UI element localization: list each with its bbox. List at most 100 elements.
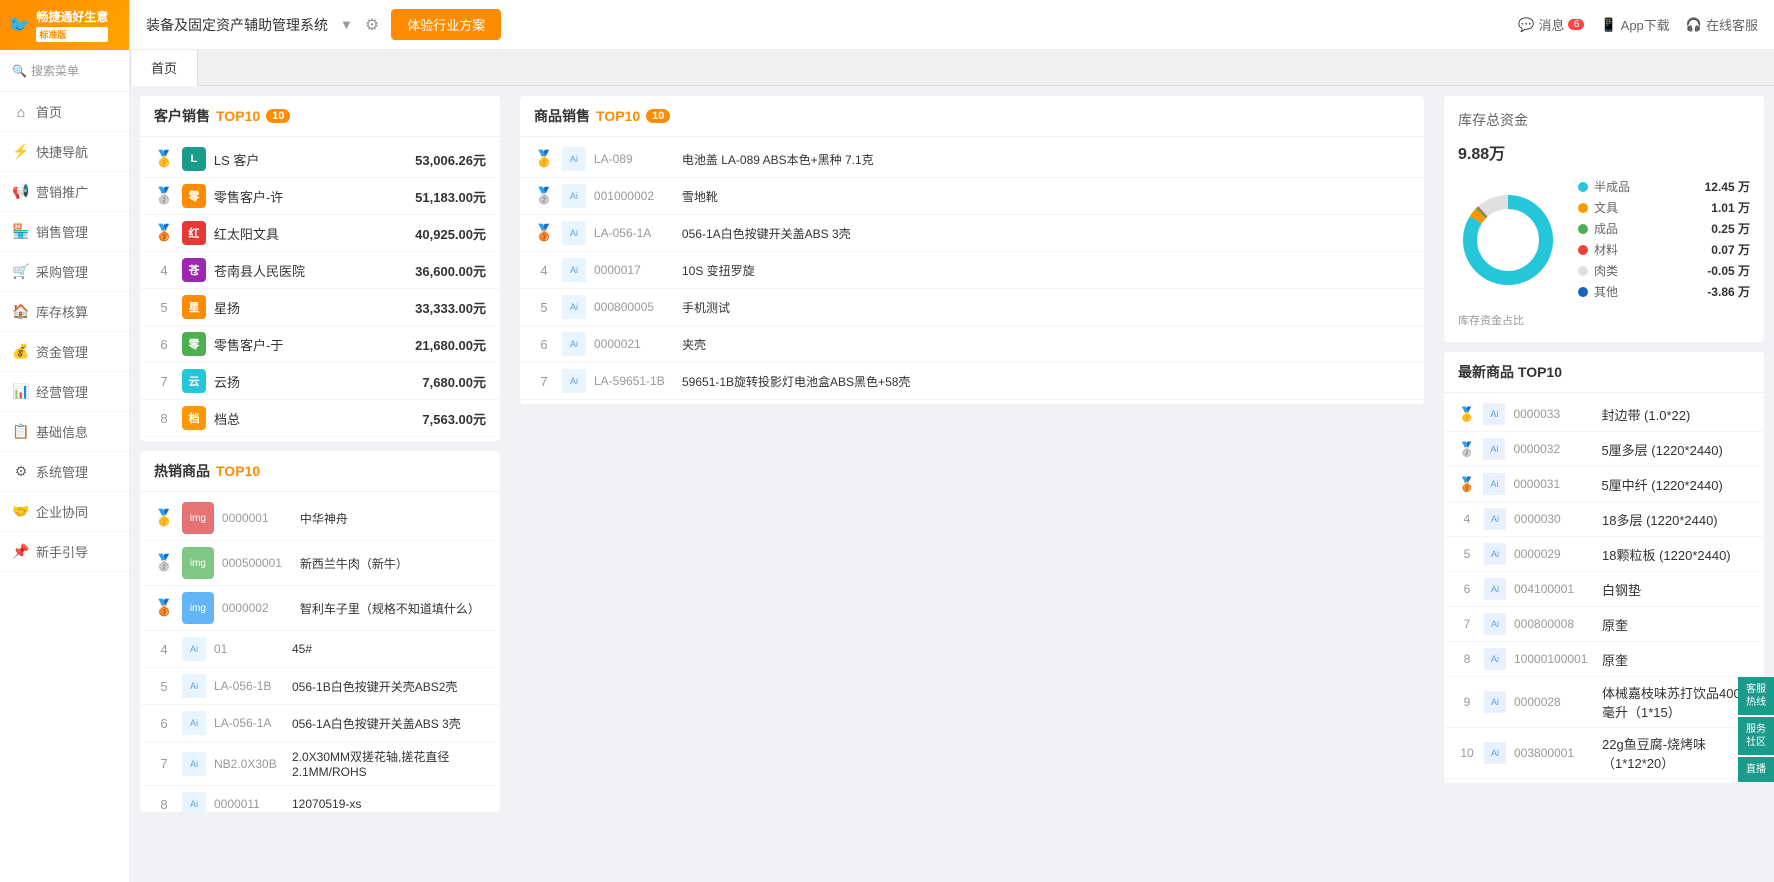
latest-product-name: 白钢垫: [1602, 580, 1750, 599]
sidebar-item-quick-nav[interactable]: ⚡快捷导航: [0, 132, 129, 172]
product-rankings-title: 商品销售: [534, 106, 590, 126]
latest-products-title: 最新商品 TOP10: [1458, 362, 1562, 382]
product-code: 0000002: [222, 601, 292, 615]
customer-value: 51,183.00元: [415, 187, 486, 206]
product-name: 59651-1B旋转投影灯电池盒ABS黑色+58壳: [682, 373, 1410, 390]
product-image-placeholder: Ai: [182, 637, 206, 661]
product-image-placeholder: Ai: [562, 332, 586, 356]
customer-name: 零售客户-于: [214, 335, 407, 354]
medal-icon: 🥉: [534, 223, 554, 243]
customer-rankings-header: 客户销售 TOP10 10: [140, 96, 500, 137]
latest-product-item: 🥇 Ai 0000033 封边带 (1.0*22): [1444, 397, 1764, 432]
logo-icon: 🐦: [8, 15, 30, 36]
rank-item: 5 星 星扬 33,333.00元: [140, 289, 500, 326]
sidebar-item-corp[interactable]: 🤝企业协同: [0, 492, 129, 532]
sidebar-item-basics[interactable]: 📋基础信息: [0, 412, 129, 452]
legend-name: 材料: [1594, 241, 1705, 258]
rank-number: 4: [1458, 512, 1476, 526]
medal-icon: 🥈: [154, 186, 174, 206]
latest-product-name: 18颗粒板 (1220*2440): [1602, 545, 1750, 564]
latest-product-code: 0000031: [1513, 477, 1593, 491]
rank-number: 7: [154, 374, 174, 389]
sidebar-item-system[interactable]: ⚙系统管理: [0, 452, 129, 492]
trial-button[interactable]: 体验行业方案: [391, 9, 501, 40]
search-menu-button[interactable]: 🔍 搜索菜单: [8, 58, 121, 83]
nav-label-system: 系统管理: [36, 462, 88, 481]
latest-product-image: Ai: [1484, 613, 1506, 635]
latest-product-code: 0000028: [1514, 695, 1594, 709]
product-code: 0000021: [594, 337, 674, 351]
rank-number: 7: [1458, 617, 1476, 631]
float-btn-0[interactable]: 客服 热线: [1738, 677, 1774, 715]
product-name: 雪地靴: [682, 188, 1410, 205]
legend-value: 1.01 万: [1711, 199, 1750, 216]
rank-number: 5: [1458, 547, 1476, 561]
latest-products-header: 最新商品 TOP10: [1444, 352, 1764, 393]
customer-rankings-card: 客户销售 TOP10 10 🥇 L LS 客户 53,006.26元 🥈 零 零…: [140, 96, 500, 441]
medal-icon: 🥇: [534, 149, 554, 169]
nav-label-operation: 经营管理: [36, 382, 88, 401]
hot-product-item: 🥇 img 0000001 中华神舟: [140, 496, 500, 541]
customer-name: 零售客户-许: [214, 187, 407, 206]
rank-number: 6: [154, 716, 174, 731]
customer-name: 档总: [214, 409, 414, 428]
legend-dot: [1578, 224, 1588, 234]
float-btn-2[interactable]: 直播: [1738, 757, 1774, 782]
product-code: 0000017: [594, 263, 674, 277]
legend-name: 肉类: [1594, 262, 1701, 279]
sidebar-item-marketing[interactable]: 📢营销推广: [0, 172, 129, 212]
latest-products-card: 最新商品 TOP10 🥇 Ai 0000033 封边带 (1.0*22) 🥈 A…: [1444, 352, 1764, 783]
float-btn-1[interactable]: 服务 社区: [1738, 717, 1774, 755]
nav-label-purchase: 采购管理: [36, 262, 88, 281]
product-name: 45#: [292, 642, 486, 656]
sidebar-item-newbie[interactable]: 📌新手引导: [0, 532, 129, 572]
sidebar-item-finance[interactable]: 💰资金管理: [0, 332, 129, 372]
tab-home[interactable]: 首页: [130, 50, 198, 86]
sidebar-item-purchase[interactable]: 🛒采购管理: [0, 252, 129, 292]
latest-product-item: 4 Ai 0000030 18多层 (1220*2440): [1444, 502, 1764, 537]
legend-item: 材料 0.07 万: [1578, 241, 1750, 258]
product-image-placeholder: Ai: [562, 295, 586, 319]
customer-value: 36,600.00元: [415, 261, 486, 280]
medal-icon: 🥇: [154, 508, 174, 528]
settings-icon[interactable]: ⚙: [365, 15, 379, 35]
avatar: 红: [182, 221, 206, 245]
product-code: 0000001: [222, 511, 292, 525]
rank-item: 🥈 零 零售客户-许 51,183.00元: [140, 178, 500, 215]
nav-label-sales: 销售管理: [36, 222, 88, 241]
float-buttons: 客服 热线服务 社区直播: [1738, 677, 1774, 782]
rank-number: 4: [534, 263, 554, 278]
latest-product-image: Ai: [1484, 691, 1506, 713]
sidebar-search-area[interactable]: 🔍 搜索菜单: [0, 50, 129, 92]
app-download-button[interactable]: 📱 App下载: [1600, 15, 1669, 34]
rank-number: 6: [154, 337, 174, 352]
right-column: 库存总资金 9.88万: [1434, 86, 1774, 882]
medal-icon: 🥈: [154, 553, 174, 573]
rank-number: 10: [1458, 746, 1476, 760]
hot-products-list: 🥇 img 0000001 中华神舟 🥈 img 000500001 新西兰牛肉…: [140, 492, 500, 812]
message-button[interactable]: 💬 消息 6: [1518, 15, 1584, 34]
avatar: 云: [182, 369, 206, 393]
sidebar-item-inventory[interactable]: 🏠库存核算: [0, 292, 129, 332]
hot-product-item: 7 Ai NB2.0X30B 2.0X30MM双搓花轴,搓花直径2.1MM/RO…: [140, 742, 500, 786]
nav-icon-inventory: 🏠: [12, 303, 30, 320]
dropdown-icon[interactable]: ▼: [340, 17, 353, 32]
latest-product-item: 9 Ai 0000028 体械嘉枝味苏打饮品400毫升（1*15）: [1444, 677, 1764, 728]
sidebar-item-home[interactable]: ⌂首页: [0, 92, 129, 132]
latest-product-code: 003800001: [1514, 746, 1594, 760]
sidebar-item-operation[interactable]: 📊经营管理: [0, 372, 129, 412]
hot-products-title: 热销商品: [154, 461, 210, 481]
sidebar-item-sales[interactable]: 🏪销售管理: [0, 212, 129, 252]
product-rank-item: 5 Ai 000800005 手机测试: [520, 289, 1424, 326]
legend-value: -0.05 万: [1707, 262, 1750, 279]
inventory-chart-area: 半成品 12.45 万 文具 1.01 万 成品 0.25 万 材料 0.07 …: [1458, 178, 1750, 304]
rank-number: 8: [154, 797, 174, 812]
latest-product-name: 5厘中纤 (1220*2440): [1601, 475, 1750, 494]
legend-value: -3.86 万: [1707, 283, 1750, 300]
product-code: 0000011: [214, 797, 284, 811]
latest-product-code: 0000030: [1514, 512, 1594, 526]
nav-icon-finance: 💰: [12, 343, 30, 360]
product-image-placeholder: Ai: [562, 184, 586, 208]
latest-product-name: 5厘多层 (1220*2440): [1601, 440, 1750, 459]
online-service-button[interactable]: 🎧 在线客服: [1686, 15, 1758, 34]
